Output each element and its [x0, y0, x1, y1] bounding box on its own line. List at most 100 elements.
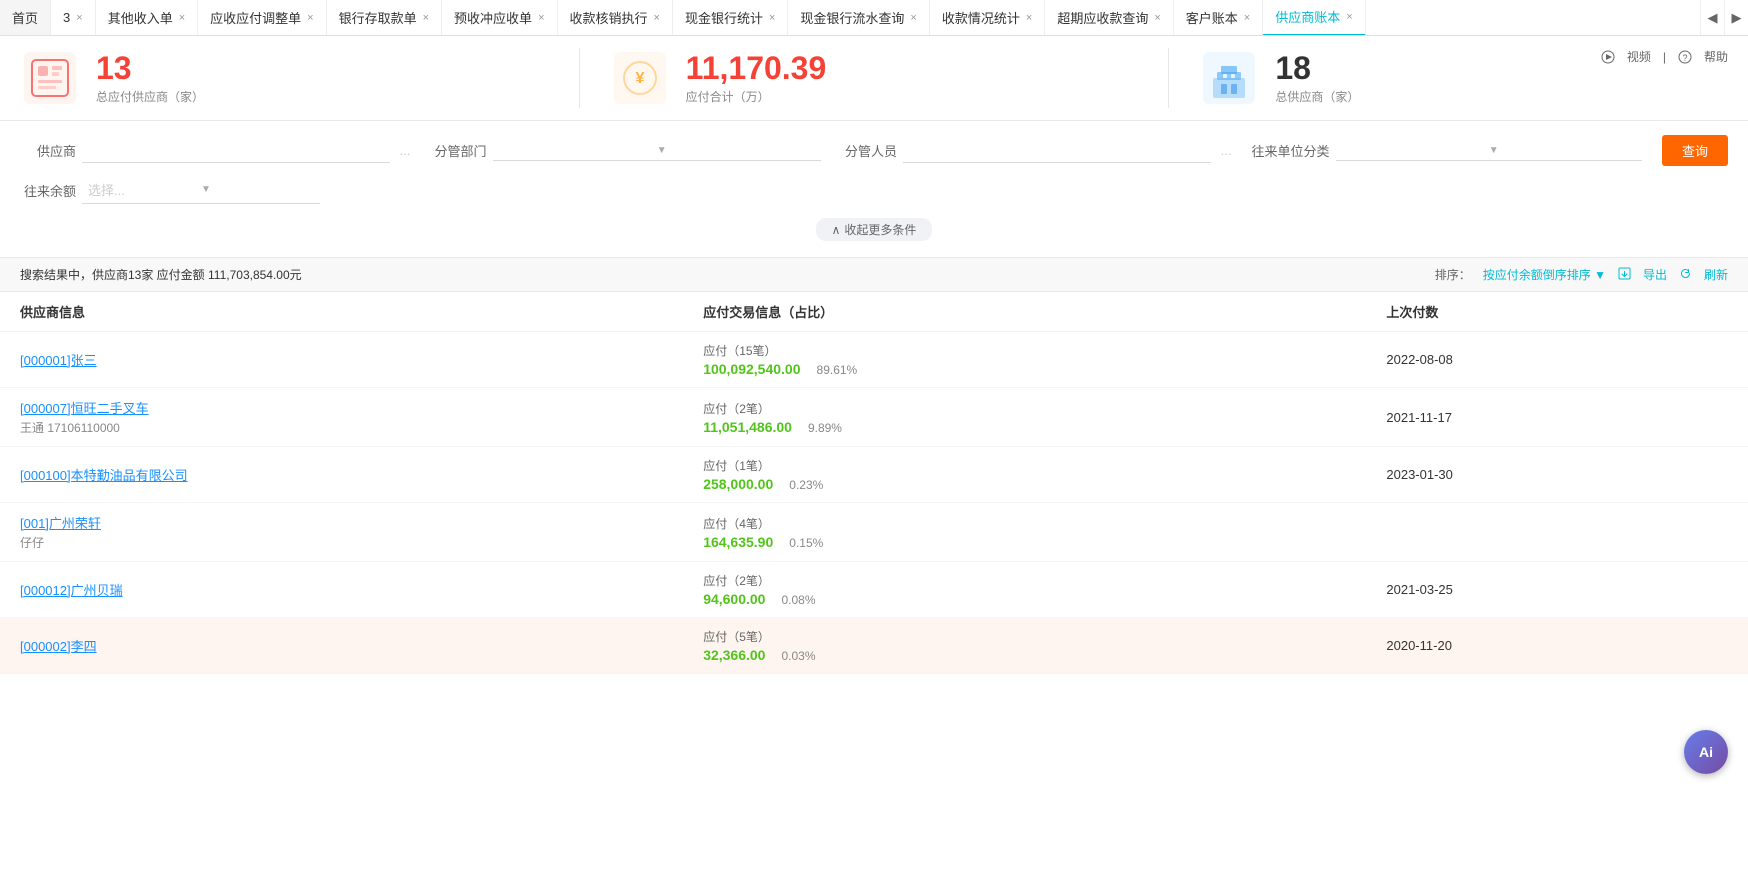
nav-tab-3[interactable]: 3 × — [51, 0, 96, 36]
close-icon[interactable]: × — [179, 12, 185, 24]
export-button[interactable]: 导出 — [1643, 266, 1667, 283]
stat-divider-1 — [579, 48, 580, 108]
nav-next-arrow[interactable]: ▶ — [1724, 0, 1748, 36]
balance-select[interactable]: 选择... ▼ — [82, 176, 320, 204]
pay-amount-2: 11,051,486.00 — [703, 419, 792, 435]
search-panel: 供应商 ... 分管部门 ▼ 分管人员 ... 往来单位分类 ▼ 查询 — [0, 121, 1748, 258]
nav-supplier-ledger[interactable]: 供应商账本 × — [1263, 0, 1365, 36]
result-info: 搜索结果中，供应商13家 应付金额 111,703,854.00元 — [20, 266, 302, 283]
query-button[interactable]: 查询 — [1662, 135, 1728, 166]
col-header-pay: 应付交易信息（占比） — [703, 302, 1386, 321]
video-btn[interactable]: 视频 — [1627, 48, 1651, 65]
nav-home[interactable]: 首页 — [0, 0, 51, 36]
pay-percent-1: 89.61% — [817, 363, 858, 377]
pay-amount-row-6: 32,366.00 0.03% — [703, 647, 1386, 663]
action-sep: | — [1663, 50, 1666, 64]
nav-ar-ap-adjust[interactable]: 应收应付调整单 × — [198, 0, 326, 36]
header-actions: 视频 | ? 帮助 — [1601, 48, 1728, 65]
nav-collect-stat[interactable]: 收款情况统计 × — [930, 0, 1045, 36]
ai-button[interactable]: Ai — [1684, 730, 1728, 774]
supplier-link-3[interactable]: [000100]本特勤油品有限公司 — [20, 465, 703, 484]
close-icon[interactable]: × — [910, 12, 916, 24]
close-icon[interactable]: × — [654, 12, 660, 24]
table-row[interactable]: [000001]张三 应付（15笔） 100,092,540.00 89.61%… — [0, 332, 1748, 388]
pay-amount-row-4: 164,635.90 0.15% — [703, 534, 1386, 550]
balance-field: 往来余额 选择... ▼ — [20, 176, 320, 204]
total-supplier-icon — [1199, 48, 1259, 108]
help-icon: ? — [1678, 50, 1692, 64]
nav-prev-arrow[interactable]: ◀ — [1700, 0, 1724, 36]
supplier-link-1[interactable]: [000001]张三 — [20, 350, 703, 369]
collapse-button[interactable]: ∧ 收起更多条件 — [816, 218, 933, 241]
video-icon — [1601, 50, 1615, 64]
close-icon[interactable]: × — [76, 12, 82, 24]
nav-collect-verify[interactable]: 收款核销执行 × — [558, 0, 673, 36]
supplier-sub-4: 仔仔 — [20, 534, 703, 551]
close-icon[interactable]: × — [307, 12, 313, 24]
close-icon[interactable]: × — [423, 12, 429, 24]
dept-dropdown-icon: ▼ — [657, 145, 815, 156]
dept-select[interactable]: ▼ — [493, 141, 822, 161]
nav-cash-bank-stat[interactable]: 现金银行统计 × — [673, 0, 788, 36]
stat-divider-2 — [1168, 48, 1169, 108]
last-pay-6: 2020-11-20 — [1386, 638, 1728, 653]
table-header: 供应商信息 应付交易信息（占比） 上次付数 — [0, 292, 1748, 332]
person-dots[interactable]: ... — [1221, 143, 1232, 158]
supplier-label: 供应商 — [20, 141, 76, 160]
close-icon[interactable]: × — [538, 12, 544, 24]
nav-bank-deposit[interactable]: 银行存取款单 × — [327, 0, 442, 36]
close-icon[interactable]: × — [769, 12, 775, 24]
svg-text:?: ? — [1682, 53, 1687, 63]
last-pay-2: 2021-11-17 — [1386, 410, 1728, 425]
close-icon[interactable]: × — [1026, 12, 1032, 24]
nav-advance-collect[interactable]: 预收冲应收单 × — [442, 0, 557, 36]
last-pay-3: 2023-01-30 — [1386, 467, 1728, 482]
supplier-input[interactable] — [82, 139, 390, 163]
stat-number-2: 11,170.39 — [686, 52, 827, 84]
supplier-link-2[interactable]: [000007]恒旺二手叉车 — [20, 398, 703, 417]
result-summary: 搜索结果中，供应商13家 应付金额 111,703,854.00元 — [20, 268, 302, 282]
nav-cash-bank-flow[interactable]: 现金银行流水查询 × — [788, 0, 929, 36]
stat-label-2: 应付合计（万） — [686, 88, 827, 105]
table-row[interactable]: [001]广州荣轩 仔仔 应付（4笔） 164,635.90 0.15% — [0, 503, 1748, 562]
sort-arrow-icon: ▼ — [1594, 268, 1606, 282]
unit-category-select[interactable]: ▼ — [1336, 141, 1642, 161]
pay-info-6: 应付（5笔） 32,366.00 0.03% — [703, 628, 1386, 663]
table-row[interactable]: [000002]李四 应付（5笔） 32,366.00 0.03% 2020-1… — [0, 618, 1748, 674]
stat-label-1: 总应付供应商（家） — [96, 88, 204, 105]
last-pay-1: 2022-08-08 — [1386, 352, 1728, 367]
pay-amount-row-5: 94,600.00 0.08% — [703, 591, 1386, 607]
pay-info-2: 应付（2笔） 11,051,486.00 9.89% — [703, 400, 1386, 435]
person-input[interactable] — [903, 139, 1211, 163]
table-row[interactable]: [000007]恒旺二手叉车 王通 17106110000 应付（2笔） 11,… — [0, 388, 1748, 447]
help-btn[interactable]: 帮助 — [1704, 48, 1728, 65]
pay-percent-6: 0.03% — [781, 649, 815, 663]
nav-customer-ledger[interactable]: 客户账本 × — [1174, 0, 1263, 36]
supplier-link-6[interactable]: [000002]李四 — [20, 636, 703, 655]
close-icon[interactable]: × — [1244, 12, 1250, 24]
balance-dropdown-icon: ▼ — [201, 184, 314, 195]
supplier-link-4[interactable]: [001]广州荣轩 — [20, 513, 703, 532]
table-row[interactable]: [000012]广州贝瑞 应付（2笔） 94,600.00 0.08% 2021… — [0, 562, 1748, 618]
last-pay-date-5: 2021-03-25 — [1386, 582, 1453, 597]
refresh-button[interactable]: 刷新 — [1704, 266, 1728, 283]
close-icon[interactable]: × — [1346, 11, 1352, 23]
supplier-field: 供应商 ... — [20, 139, 411, 163]
supplier-dots[interactable]: ... — [400, 143, 411, 158]
pay-info-4: 应付（4笔） 164,635.90 0.15% — [703, 515, 1386, 550]
refresh-icon — [1679, 267, 1692, 283]
stat-number-3: 18 — [1275, 52, 1359, 84]
pay-percent-2: 9.89% — [808, 421, 842, 435]
search-row-1: 供应商 ... 分管部门 ▼ 分管人员 ... 往来单位分类 ▼ 查询 — [20, 135, 1728, 166]
close-icon[interactable]: × — [1154, 12, 1160, 24]
supplier-link-5[interactable]: [000012]广州贝瑞 — [20, 580, 703, 599]
table-row[interactable]: [000100]本特勤油品有限公司 应付（1笔） 258,000.00 0.23… — [0, 447, 1748, 503]
sort-select[interactable]: 按应付余额倒序排序 ▼ — [1483, 266, 1606, 283]
nav-overdue-query[interactable]: 超期应收款查询 × — [1045, 0, 1173, 36]
pay-label-1: 应付（15笔） — [703, 342, 1386, 359]
nav-other-income[interactable]: 其他收入单 × — [96, 0, 198, 36]
pay-amount-3: 258,000.00 — [703, 476, 773, 492]
supplier-payable-icon — [20, 48, 80, 108]
last-pay-date-1: 2022-08-08 — [1386, 352, 1453, 367]
supplier-info-5: [000012]广州贝瑞 — [20, 580, 703, 599]
